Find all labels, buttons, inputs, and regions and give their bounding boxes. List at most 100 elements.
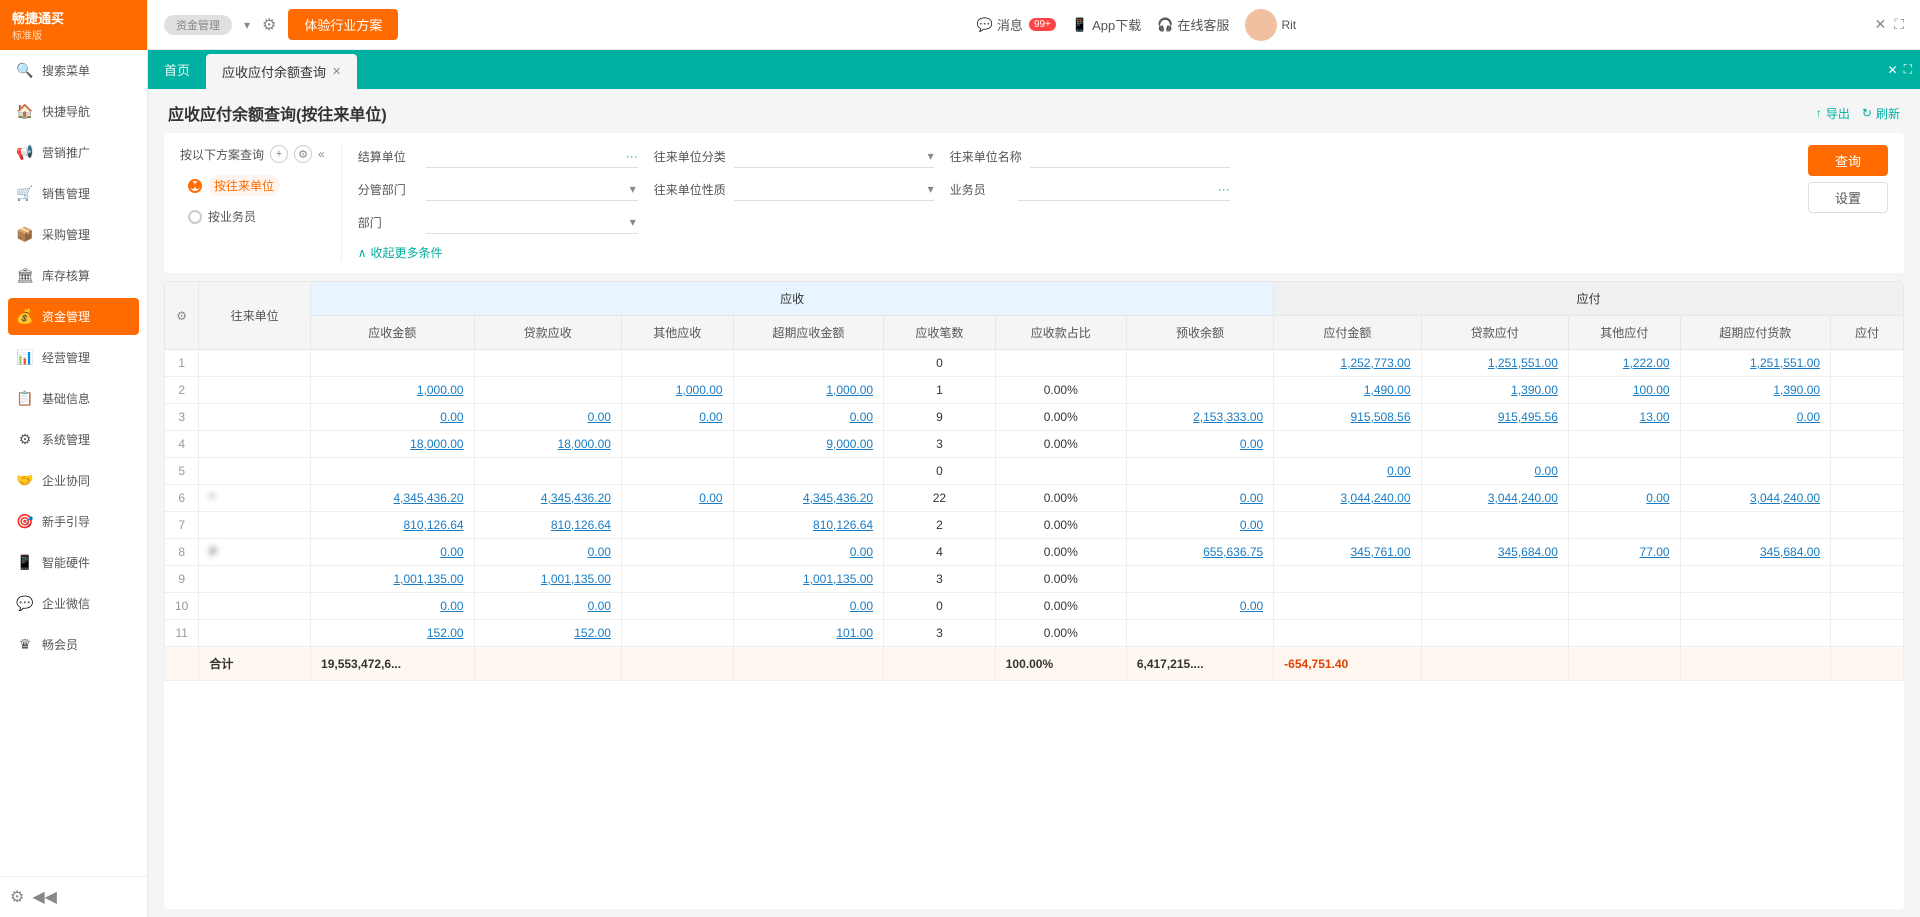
ap-last[interactable] (1831, 566, 1904, 593)
advance-balance[interactable]: 0.00 (1126, 512, 1273, 539)
collapse-more-btn[interactable]: ∧ 收起更多条件 (358, 244, 443, 261)
settlement-unit-input[interactable] (426, 145, 622, 167)
partner-category-dropdown[interactable]: ▾ (928, 149, 934, 163)
ap-last[interactable] (1831, 404, 1904, 431)
ar-amount[interactable]: 18,000.00 (311, 431, 475, 458)
loan-ap[interactable] (1421, 593, 1568, 620)
query-button[interactable]: 查询 (1808, 145, 1888, 176)
tab-receivable[interactable]: 应收应付余额查询 ✕ (206, 54, 357, 89)
overdue-ar[interactable]: 4,345,436.20 (733, 485, 884, 512)
refresh-button[interactable]: ↻ 刷新 (1862, 105, 1900, 122)
add-query-btn[interactable]: + (270, 145, 288, 163)
overdue-ar[interactable]: 1,001,135.00 (733, 566, 884, 593)
salesperson-ellipsis[interactable]: ··· (1218, 182, 1230, 196)
other-ar[interactable] (621, 431, 733, 458)
ap-last[interactable] (1831, 593, 1904, 620)
close-icon[interactable]: ✕ (1874, 16, 1886, 33)
other-ap[interactable] (1568, 620, 1680, 647)
ap-amount[interactable] (1274, 431, 1421, 458)
query-settings-btn[interactable]: ⚙ (294, 145, 312, 163)
loan-ar[interactable]: 810,126.64 (474, 512, 621, 539)
advance-balance[interactable]: 2,153,333.00 (1126, 404, 1273, 431)
ar-amount[interactable]: 0.00 (311, 593, 475, 620)
loan-ar[interactable]: 18,000.00 (474, 431, 621, 458)
ar-amount[interactable]: 1,000.00 (311, 377, 475, 404)
overdue-ap[interactable] (1680, 620, 1831, 647)
other-ap[interactable] (1568, 512, 1680, 539)
overdue-ap[interactable]: 0.00 (1680, 404, 1831, 431)
sidebar-item-企业微信[interactable]: 💬企业微信 (0, 583, 147, 624)
col-settings[interactable]: ⚙ (165, 282, 199, 350)
loan-ar[interactable] (474, 350, 621, 377)
division-dropdown[interactable]: ▾ (630, 215, 636, 229)
maximize-icon[interactable]: ⛶ (1894, 16, 1904, 33)
overdue-ap[interactable] (1680, 566, 1831, 593)
settlement-unit-ellipsis[interactable]: ··· (626, 149, 638, 163)
sidebar-item-快捷导航[interactable]: 🏠快捷导航 (0, 91, 147, 132)
sidebar-item-智能硬件[interactable]: 📱智能硬件 (0, 542, 147, 583)
tab-close-icon[interactable]: ✕ (332, 65, 341, 78)
overdue-ar[interactable]: 0.00 (733, 404, 884, 431)
ap-amount[interactable]: 1,490.00 (1274, 377, 1421, 404)
loan-ar[interactable]: 0.00 (474, 593, 621, 620)
dept-input[interactable] (426, 178, 626, 200)
overdue-ar[interactable]: 101.00 (733, 620, 884, 647)
advance-balance[interactable]: 0.00 (1126, 431, 1273, 458)
advance-balance[interactable] (1126, 350, 1273, 377)
loan-ar[interactable]: 1,001,135.00 (474, 566, 621, 593)
tab-restore-icon[interactable]: ⛶ (1904, 62, 1912, 77)
overdue-ap[interactable]: 1,251,551.00 (1680, 350, 1831, 377)
ar-amount[interactable]: 810,126.64 (311, 512, 475, 539)
other-ap[interactable]: 100.00 (1568, 377, 1680, 404)
advance-balance[interactable] (1126, 458, 1273, 485)
gear-icon[interactable]: ⚙ (262, 15, 276, 35)
partner-nature-input[interactable] (734, 178, 924, 200)
chevron-down-icon[interactable]: ▾ (244, 18, 250, 32)
ap-last[interactable] (1831, 512, 1904, 539)
other-ap[interactable]: 13.00 (1568, 404, 1680, 431)
app-download-item[interactable]: 📱 App下载 (1072, 15, 1141, 34)
sidebar-item-系统管理[interactable]: ⚙系统管理 (0, 419, 147, 460)
sidebar-collapse-icon[interactable]: ◀◀ (32, 887, 57, 907)
overdue-ar[interactable]: 1,000.00 (733, 377, 884, 404)
ap-amount[interactable] (1274, 512, 1421, 539)
ap-last[interactable] (1831, 620, 1904, 647)
ar-amount[interactable]: 0.00 (311, 539, 475, 566)
sidebar-item-企业协同[interactable]: 🤝企业协同 (0, 460, 147, 501)
ar-amount[interactable] (311, 458, 475, 485)
ap-last[interactable] (1831, 539, 1904, 566)
loan-ap[interactable]: 915,495.56 (1421, 404, 1568, 431)
advance-balance[interactable]: 0.00 (1126, 593, 1273, 620)
footer-ar-total[interactable]: 19,553,472,6... (311, 647, 475, 681)
tab-close-window-icon[interactable]: ✕ (1888, 63, 1898, 77)
loan-ar[interactable]: 0.00 (474, 539, 621, 566)
ar-amount[interactable]: 4,345,436.20 (311, 485, 475, 512)
other-ar[interactable] (621, 593, 733, 620)
footer-ap-total[interactable]: -654,751.40 (1274, 647, 1421, 681)
other-ar[interactable] (621, 458, 733, 485)
ap-amount[interactable]: 1,252,773.00 (1274, 350, 1421, 377)
ap-last[interactable] (1831, 431, 1904, 458)
online-service-item[interactable]: 🎧 在线客服 (1157, 15, 1229, 34)
other-ar[interactable]: 0.00 (621, 404, 733, 431)
other-ap[interactable]: 77.00 (1568, 539, 1680, 566)
loan-ap[interactable] (1421, 431, 1568, 458)
sidebar-item-新手引导[interactable]: 🎯新手引导 (0, 501, 147, 542)
other-ap[interactable] (1568, 566, 1680, 593)
ap-amount[interactable] (1274, 566, 1421, 593)
sidebar-item-经营管理[interactable]: 📊经营管理 (0, 337, 147, 378)
overdue-ap[interactable] (1680, 431, 1831, 458)
overdue-ap[interactable]: 1,390.00 (1680, 377, 1831, 404)
sidebar-item-销售管理[interactable]: 🛒销售管理 (0, 173, 147, 214)
loan-ar[interactable] (474, 458, 621, 485)
advance-balance[interactable] (1126, 566, 1273, 593)
loan-ar[interactable]: 152.00 (474, 620, 621, 647)
partner-nature-dropdown[interactable]: ▾ (928, 182, 934, 196)
ap-amount[interactable]: 3,044,240.00 (1274, 485, 1421, 512)
advance-balance[interactable]: 0.00 (1126, 485, 1273, 512)
other-ap[interactable]: 1,222.00 (1568, 350, 1680, 377)
other-ar[interactable]: 0.00 (621, 485, 733, 512)
ap-last[interactable] (1831, 485, 1904, 512)
other-ar[interactable] (621, 566, 733, 593)
overdue-ar[interactable] (733, 350, 884, 377)
